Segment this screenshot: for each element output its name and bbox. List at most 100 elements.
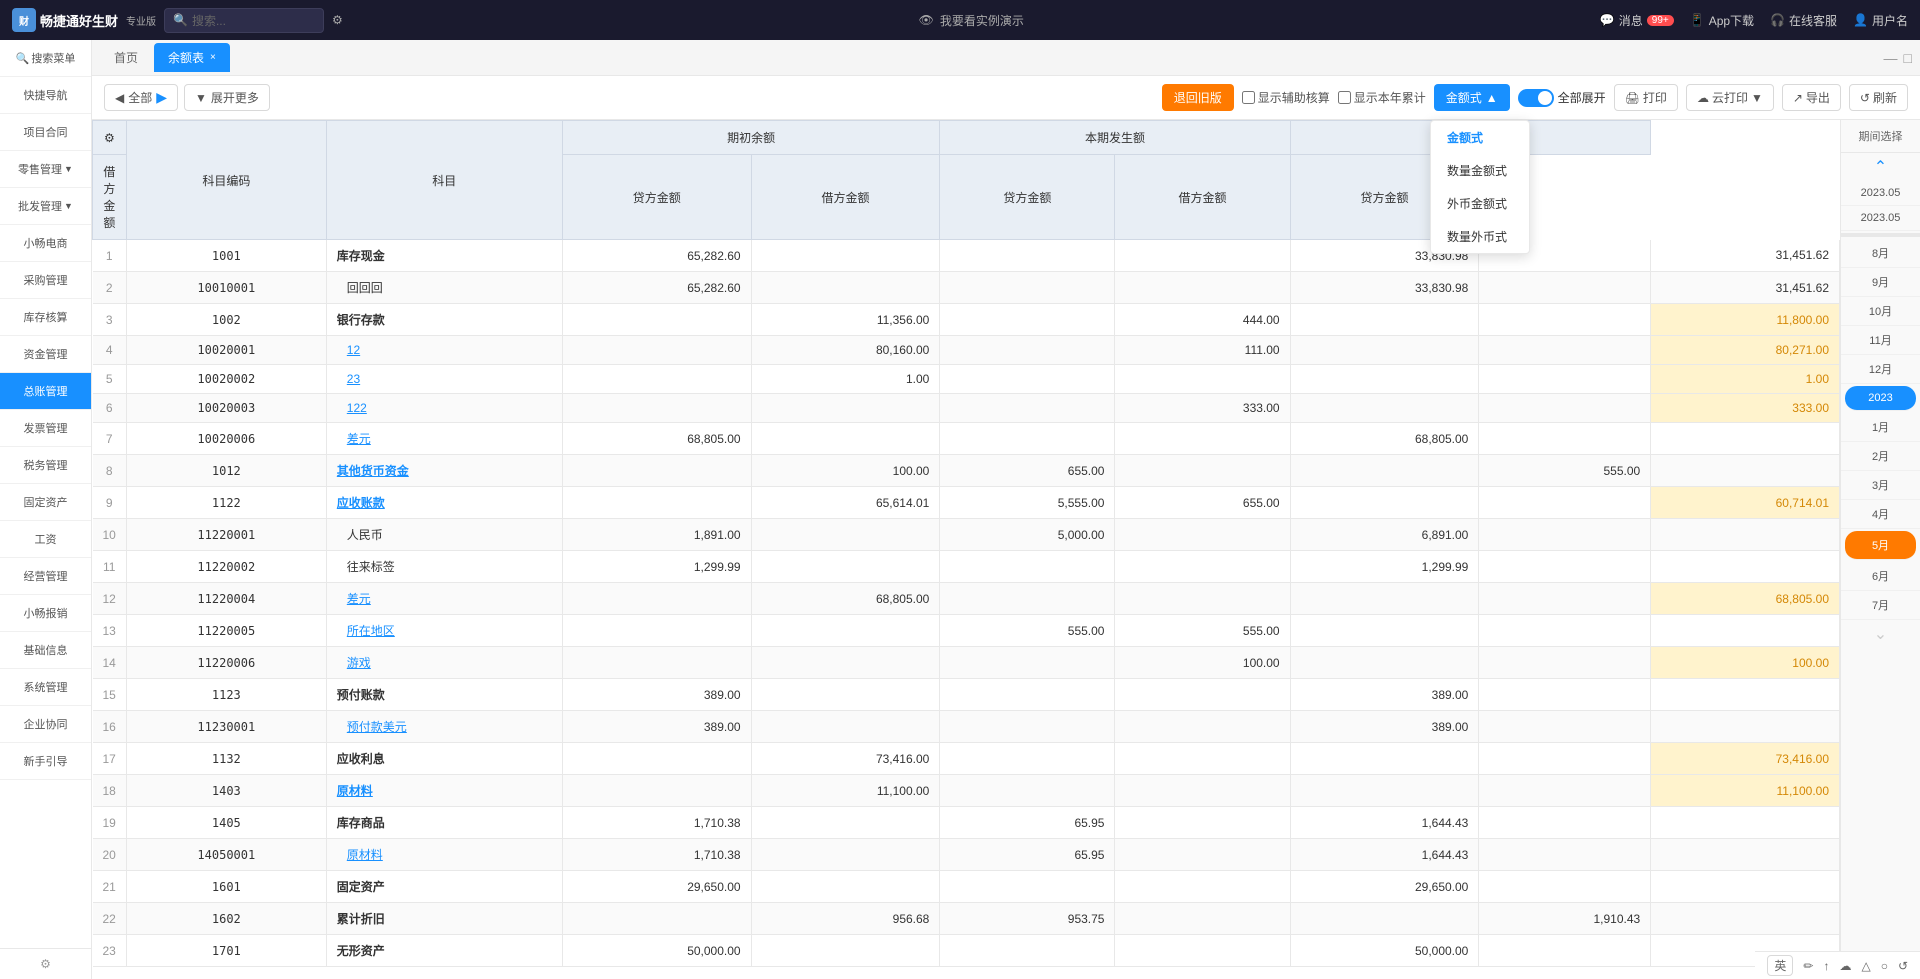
row-name[interactable]: 12 bbox=[326, 336, 562, 365]
period-10[interactable]: 10月 bbox=[1841, 297, 1920, 326]
period-7[interactable]: 7月 bbox=[1841, 591, 1920, 620]
row-name[interactable]: 预付账款 bbox=[326, 679, 562, 711]
row-name[interactable]: 所在地区 bbox=[326, 615, 562, 647]
period-2023-05-end[interactable]: 2023.05 bbox=[1841, 206, 1920, 231]
period-2[interactable]: 2月 bbox=[1841, 442, 1920, 471]
toggle-control[interactable] bbox=[1518, 89, 1554, 107]
status-icon-4[interactable]: △ bbox=[1861, 959, 1870, 973]
status-icon-3[interactable]: ☁ bbox=[1839, 959, 1851, 973]
row-name[interactable]: 差元 bbox=[326, 423, 562, 455]
sidebar-item-basic[interactable]: 基础信息 bbox=[0, 632, 91, 669]
message-btn[interactable]: 💬 消息 99+ bbox=[1600, 12, 1674, 29]
lang-btn[interactable]: 英 bbox=[1767, 955, 1793, 976]
expand-all-toggle[interactable]: 全部展开 bbox=[1518, 89, 1606, 107]
print-btn[interactable]: 🖨 打印 bbox=[1614, 84, 1678, 111]
sidebar-item-enterprise[interactable]: 企业协同 bbox=[0, 706, 91, 743]
sidebar-item-salary[interactable]: 工资 bbox=[0, 521, 91, 558]
period-4[interactable]: 4月 bbox=[1841, 500, 1920, 529]
status-icon-1[interactable]: ✏ bbox=[1803, 959, 1813, 973]
sidebar-item-inventory[interactable]: 库存核算 bbox=[0, 299, 91, 336]
dropdown-item-qty-amount[interactable]: 数量金额式 bbox=[1431, 154, 1529, 187]
row-name[interactable]: 往来标签 bbox=[326, 551, 562, 583]
period-5-active[interactable]: 5月 bbox=[1845, 531, 1916, 560]
top-search-box[interactable]: 🔍 搜索... bbox=[164, 8, 324, 33]
sidebar-item-operations[interactable]: 经营管理 bbox=[0, 558, 91, 595]
row-name[interactable]: 库存现金 bbox=[326, 240, 562, 272]
export-btn[interactable]: ↗ 导出 bbox=[1782, 84, 1841, 111]
row-name[interactable]: 其他货币资金 bbox=[326, 455, 562, 487]
refresh-btn[interactable]: ↺ 刷新 bbox=[1849, 84, 1908, 111]
row-name[interactable]: 银行存款 bbox=[326, 304, 562, 336]
demo-link[interactable]: 👁 我要看实例演示 bbox=[919, 12, 1024, 29]
tab-close-icon[interactable]: × bbox=[210, 52, 216, 63]
aux-checkbox-input[interactable] bbox=[1242, 91, 1255, 104]
period-9[interactable]: 9月 bbox=[1841, 268, 1920, 297]
sidebar-item-purchase[interactable]: 采购管理 bbox=[0, 262, 91, 299]
sidebar-item-quicknav[interactable]: 快捷导航 bbox=[0, 77, 91, 114]
online-service-btn[interactable]: 🎧 在线客服 bbox=[1770, 12, 1837, 29]
app-download-btn[interactable]: 📱 App下载 bbox=[1690, 12, 1754, 29]
expand-more-btn[interactable]: ▼ 展开更多 bbox=[184, 84, 270, 111]
sidebar-item-search[interactable]: 🔍 搜索菜单 bbox=[0, 40, 91, 77]
sidebar-item-capital[interactable]: 资金管理 bbox=[0, 336, 91, 373]
row-name[interactable]: 预付款美元 bbox=[326, 711, 562, 743]
period-down-arrow[interactable]: ⌄ bbox=[1841, 620, 1920, 648]
row-name[interactable]: 原材料 bbox=[326, 775, 562, 807]
status-icon-2[interactable]: ↑ bbox=[1823, 959, 1829, 973]
row-name[interactable]: 回回回 bbox=[326, 272, 562, 304]
period-3[interactable]: 3月 bbox=[1841, 471, 1920, 500]
period-2023[interactable]: 2023 bbox=[1845, 386, 1916, 411]
row-name[interactable]: 库存商品 bbox=[326, 807, 562, 839]
sidebar-item-guide[interactable]: 新手引导 bbox=[0, 743, 91, 780]
status-icon-5[interactable]: ○ bbox=[1881, 959, 1888, 973]
sidebar-item-system[interactable]: 系统管理 bbox=[0, 669, 91, 706]
tab-maximize-icon[interactable]: □ bbox=[1904, 50, 1912, 66]
tab-balance[interactable]: 余额表 × bbox=[154, 43, 230, 72]
sidebar-settings-btn[interactable]: ⚙ bbox=[0, 948, 91, 979]
user-avatar[interactable]: 👤 用户名 bbox=[1853, 12, 1908, 29]
row-name[interactable]: 差元 bbox=[326, 583, 562, 615]
dropdown-item-amount[interactable]: 金额式 bbox=[1431, 121, 1529, 154]
sidebar-item-invoice[interactable]: 发票管理 bbox=[0, 410, 91, 447]
back-all-btn[interactable]: ◀ 全部 ▶ bbox=[104, 84, 178, 111]
settings-icon[interactable]: ⚙ bbox=[332, 13, 343, 27]
return-old-btn[interactable]: 退回旧版 bbox=[1162, 84, 1234, 111]
dropdown-item-qty-foreign[interactable]: 数量外币式 bbox=[1431, 220, 1529, 253]
tab-home[interactable]: 首页 bbox=[100, 43, 152, 72]
row-name[interactable]: 固定资产 bbox=[326, 871, 562, 903]
period-6[interactable]: 6月 bbox=[1841, 562, 1920, 591]
row-name[interactable]: 23 bbox=[326, 365, 562, 394]
period-up-arrow[interactable]: ⌃ bbox=[1841, 153, 1920, 181]
sidebar-item-retail[interactable]: 零售管理 ▼ bbox=[0, 151, 91, 188]
sidebar-item-expense[interactable]: 小畅报销 bbox=[0, 595, 91, 632]
row-name[interactable]: 应收账款 bbox=[326, 487, 562, 519]
row-name[interactable]: 人民币 bbox=[326, 519, 562, 551]
tab-minimize-icon[interactable]: — bbox=[1884, 50, 1898, 66]
sidebar-item-assets[interactable]: 固定资产 bbox=[0, 484, 91, 521]
amount-style-btn[interactable]: 金额式 ▲ bbox=[1434, 84, 1510, 111]
cell-closing-debit: 389.00 bbox=[1290, 711, 1479, 743]
row-name[interactable]: 游戏 bbox=[326, 647, 562, 679]
row-name[interactable]: 原材料 bbox=[326, 839, 562, 871]
row-name[interactable]: 累计折旧 bbox=[326, 903, 562, 935]
period-12[interactable]: 12月 bbox=[1841, 355, 1920, 384]
sidebar-item-ecommerce[interactable]: 小畅电商 bbox=[0, 225, 91, 262]
show-aux-checkbox[interactable]: 显示辅助核算 bbox=[1242, 89, 1330, 106]
period-1[interactable]: 1月 bbox=[1841, 413, 1920, 442]
period-2023-05-start[interactable]: 2023.05 bbox=[1841, 181, 1920, 206]
sidebar-item-ledger[interactable]: 总账管理 bbox=[0, 373, 91, 410]
cloud-print-btn[interactable]: ☁ 云打印 ▼ bbox=[1686, 84, 1774, 111]
th-settings[interactable]: ⚙ bbox=[93, 121, 127, 155]
status-icon-6[interactable]: ↺ bbox=[1898, 959, 1908, 973]
dropdown-item-foreign-amount[interactable]: 外币金额式 bbox=[1431, 187, 1529, 220]
sidebar-item-tax[interactable]: 税务管理 bbox=[0, 447, 91, 484]
period-8[interactable]: 8月 bbox=[1841, 239, 1920, 268]
sidebar-item-wholesale[interactable]: 批发管理 ▼ bbox=[0, 188, 91, 225]
show-annual-checkbox[interactable]: 显示本年累计 bbox=[1338, 89, 1426, 106]
sidebar-item-project[interactable]: 项目合同 bbox=[0, 114, 91, 151]
annual-checkbox-input[interactable] bbox=[1338, 91, 1351, 104]
period-11[interactable]: 11月 bbox=[1841, 326, 1920, 355]
row-name[interactable]: 应收利息 bbox=[326, 743, 562, 775]
row-name[interactable]: 122 bbox=[326, 394, 562, 423]
row-name[interactable]: 无形资产 bbox=[326, 935, 562, 967]
